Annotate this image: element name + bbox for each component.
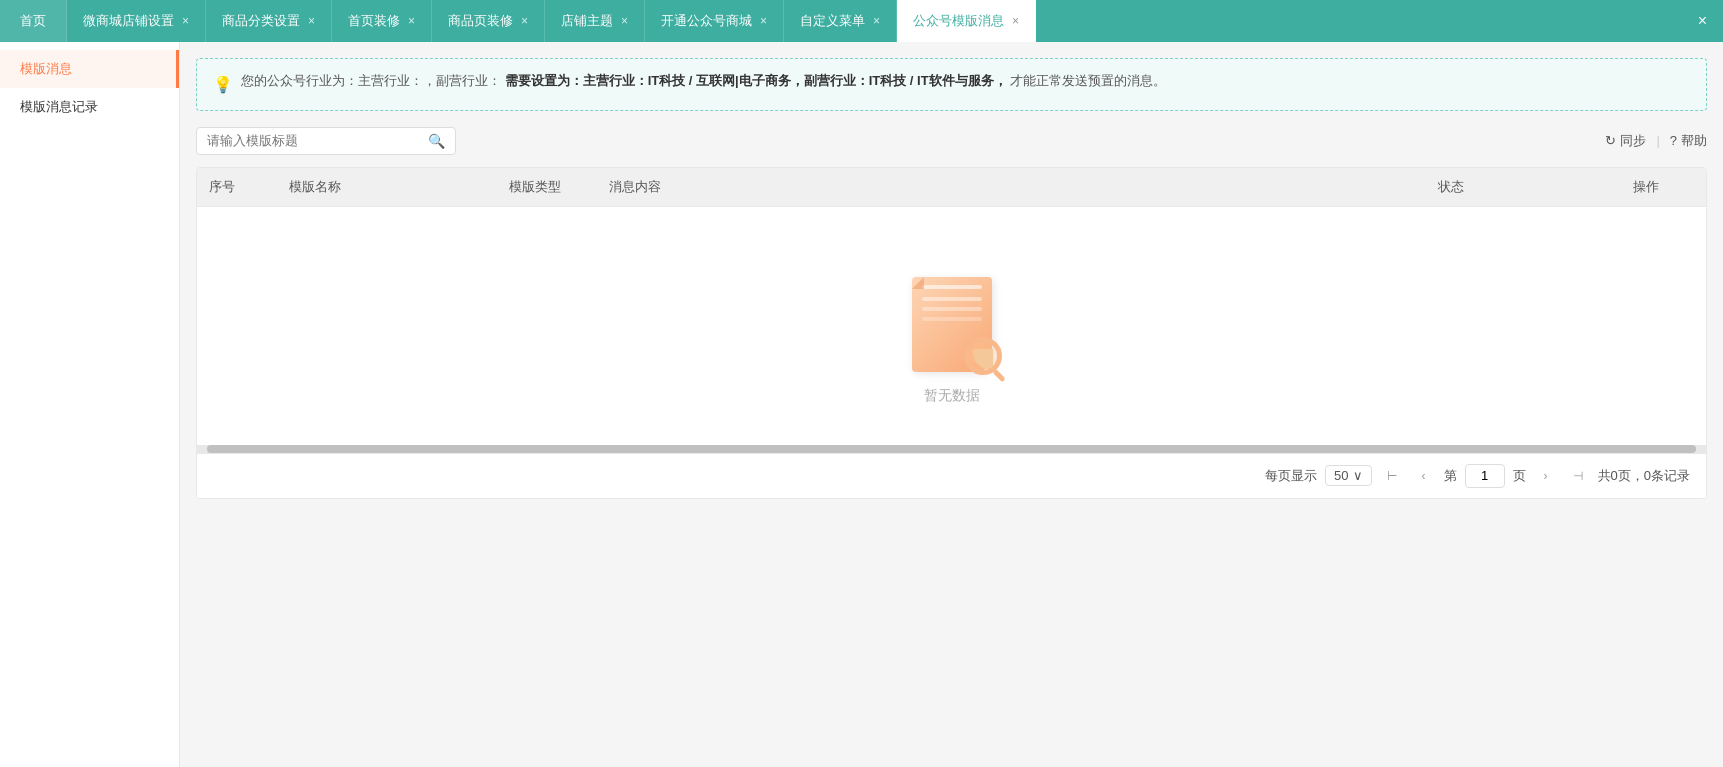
tab-home-decor-label: 首页装修 bbox=[348, 12, 400, 30]
tab-template-msg[interactable]: 公众号模版消息 × bbox=[897, 0, 1036, 42]
page-first-button[interactable]: ⊢ bbox=[1380, 464, 1404, 488]
th-content: 消息内容 bbox=[597, 168, 1426, 206]
tab-custom-menu-close[interactable]: × bbox=[873, 14, 880, 28]
page-number-input[interactable] bbox=[1465, 464, 1505, 488]
help-button[interactable]: ? 帮助 bbox=[1670, 132, 1707, 150]
tab-bar: 首页 微商城店铺设置 × 商品分类设置 × 首页装修 × 商品页装修 × 店铺主… bbox=[0, 0, 1723, 42]
sidebar-item-template-message-label: 模版消息 bbox=[20, 61, 72, 76]
search-icon[interactable]: 🔍 bbox=[428, 133, 445, 149]
search-input-wrap[interactable]: 🔍 bbox=[196, 127, 456, 155]
search-handle bbox=[992, 368, 1005, 381]
tab-wsc-store[interactable]: 微商城店铺设置 × bbox=[67, 0, 206, 42]
tab-home-decor[interactable]: 首页装修 × bbox=[332, 0, 432, 42]
page-prev-button[interactable]: ‹ bbox=[1412, 464, 1436, 488]
pagination: 每页显示 50 ∨ ⊢ ‹ 第 页 › ⊣ 共0页，0条记录 bbox=[197, 453, 1706, 498]
sidebar-item-template-record[interactable]: 模版消息记录 bbox=[0, 88, 179, 126]
page-size-select[interactable]: 50 ∨ bbox=[1325, 465, 1371, 486]
content-area: 💡 您的公众号行业为：主营行业：，副营行业： 需要设置为：主营行业：IT科技 /… bbox=[180, 42, 1723, 767]
tab-product-cat[interactable]: 商品分类设置 × bbox=[206, 0, 332, 42]
tab-store-theme[interactable]: 店铺主题 × bbox=[545, 0, 645, 42]
tab-product-cat-label: 商品分类设置 bbox=[222, 12, 300, 30]
tab-home-decor-close[interactable]: × bbox=[408, 14, 415, 28]
tab-product-cat-close[interactable]: × bbox=[308, 14, 315, 28]
sidebar-item-template-record-label: 模版消息记录 bbox=[20, 99, 98, 114]
th-status: 状态 bbox=[1426, 168, 1586, 206]
th-name: 模版名称 bbox=[277, 168, 497, 206]
tab-open-mall[interactable]: 开通公众号商城 × bbox=[645, 0, 784, 42]
tab-template-msg-close[interactable]: × bbox=[1012, 14, 1019, 28]
notice-prefix: 您的公众号行业为：主营行业：，副营行业： bbox=[241, 73, 501, 88]
th-action: 操作 bbox=[1586, 168, 1706, 206]
search-input[interactable] bbox=[207, 133, 428, 148]
help-icon: ? bbox=[1670, 133, 1677, 148]
th-type: 模版类型 bbox=[497, 168, 597, 206]
page-size-value: 50 bbox=[1334, 468, 1348, 483]
tab-product-decor[interactable]: 商品页装修 × bbox=[432, 0, 545, 42]
tab-wsc-store-close[interactable]: × bbox=[182, 14, 189, 28]
sync-icon: ↻ bbox=[1605, 133, 1616, 148]
page-size-chevron: ∨ bbox=[1353, 468, 1363, 483]
notice-text: 您的公众号行业为：主营行业：，副营行业： 需要设置为：主营行业：IT科技 / 互… bbox=[241, 71, 1166, 92]
toolbar-right: ↻ 同步 | ? 帮助 bbox=[1605, 132, 1707, 150]
data-table: 序号 模版名称 模版类型 消息内容 状态 操作 bbox=[196, 167, 1707, 499]
notice-highlight: 需要设置为：主营行业：IT科技 / 互联网|电子商务，副营行业：IT科技 / I… bbox=[505, 73, 1007, 88]
help-label: 帮助 bbox=[1681, 132, 1707, 150]
th-seq: 序号 bbox=[197, 168, 277, 206]
search-bar: 🔍 ↻ 同步 | ? 帮助 bbox=[196, 127, 1707, 155]
doc-fold bbox=[912, 277, 924, 289]
tab-home-label: 首页 bbox=[20, 12, 46, 30]
tab-wsc-store-label: 微商城店铺设置 bbox=[83, 12, 174, 30]
sidebar: 模版消息 模版消息记录 bbox=[0, 42, 180, 767]
page-size-label: 每页显示 bbox=[1265, 467, 1317, 485]
scroll-track[interactable] bbox=[197, 445, 1706, 453]
tab-product-decor-label: 商品页装修 bbox=[448, 12, 513, 30]
sidebar-item-template-message[interactable]: 模版消息 bbox=[0, 50, 179, 88]
close-all-button[interactable]: × bbox=[1682, 12, 1723, 30]
scroll-thumb[interactable] bbox=[207, 445, 1696, 453]
empty-text: 暂无数据 bbox=[924, 387, 980, 405]
toolbar-divider: | bbox=[1656, 133, 1659, 148]
notice-suffix: 才能正常发送预置的消息。 bbox=[1010, 73, 1166, 88]
tab-store-theme-close[interactable]: × bbox=[621, 14, 628, 28]
bulb-icon: 💡 bbox=[213, 72, 233, 98]
main-layout: 模版消息 模版消息记录 💡 您的公众号行业为：主营行业：，副营行业： 需要设置为… bbox=[0, 42, 1723, 767]
page-last-button[interactable]: ⊣ bbox=[1566, 464, 1590, 488]
sync-label: 同步 bbox=[1620, 132, 1646, 150]
page-next-button[interactable]: › bbox=[1534, 464, 1558, 488]
tab-custom-menu[interactable]: 自定义菜单 × bbox=[784, 0, 897, 42]
empty-illustration bbox=[897, 267, 1007, 387]
sync-button[interactable]: ↻ 同步 bbox=[1605, 132, 1646, 150]
page-total-info: 共0页，0条记录 bbox=[1598, 467, 1690, 485]
page-suffix: 页 bbox=[1513, 467, 1526, 485]
tab-open-mall-close[interactable]: × bbox=[760, 14, 767, 28]
notice-box: 💡 您的公众号行业为：主营行业：，副营行业： 需要设置为：主营行业：IT科技 /… bbox=[196, 58, 1707, 111]
empty-state: 暂无数据 bbox=[197, 207, 1706, 445]
table-header: 序号 模版名称 模版类型 消息内容 状态 操作 bbox=[197, 168, 1706, 207]
page-label: 第 bbox=[1444, 467, 1457, 485]
tab-template-msg-label: 公众号模版消息 bbox=[913, 12, 1004, 30]
tab-home[interactable]: 首页 bbox=[0, 0, 67, 42]
tab-store-theme-label: 店铺主题 bbox=[561, 12, 613, 30]
tab-open-mall-label: 开通公众号商城 bbox=[661, 12, 752, 30]
tab-custom-menu-label: 自定义菜单 bbox=[800, 12, 865, 30]
tab-product-decor-close[interactable]: × bbox=[521, 14, 528, 28]
